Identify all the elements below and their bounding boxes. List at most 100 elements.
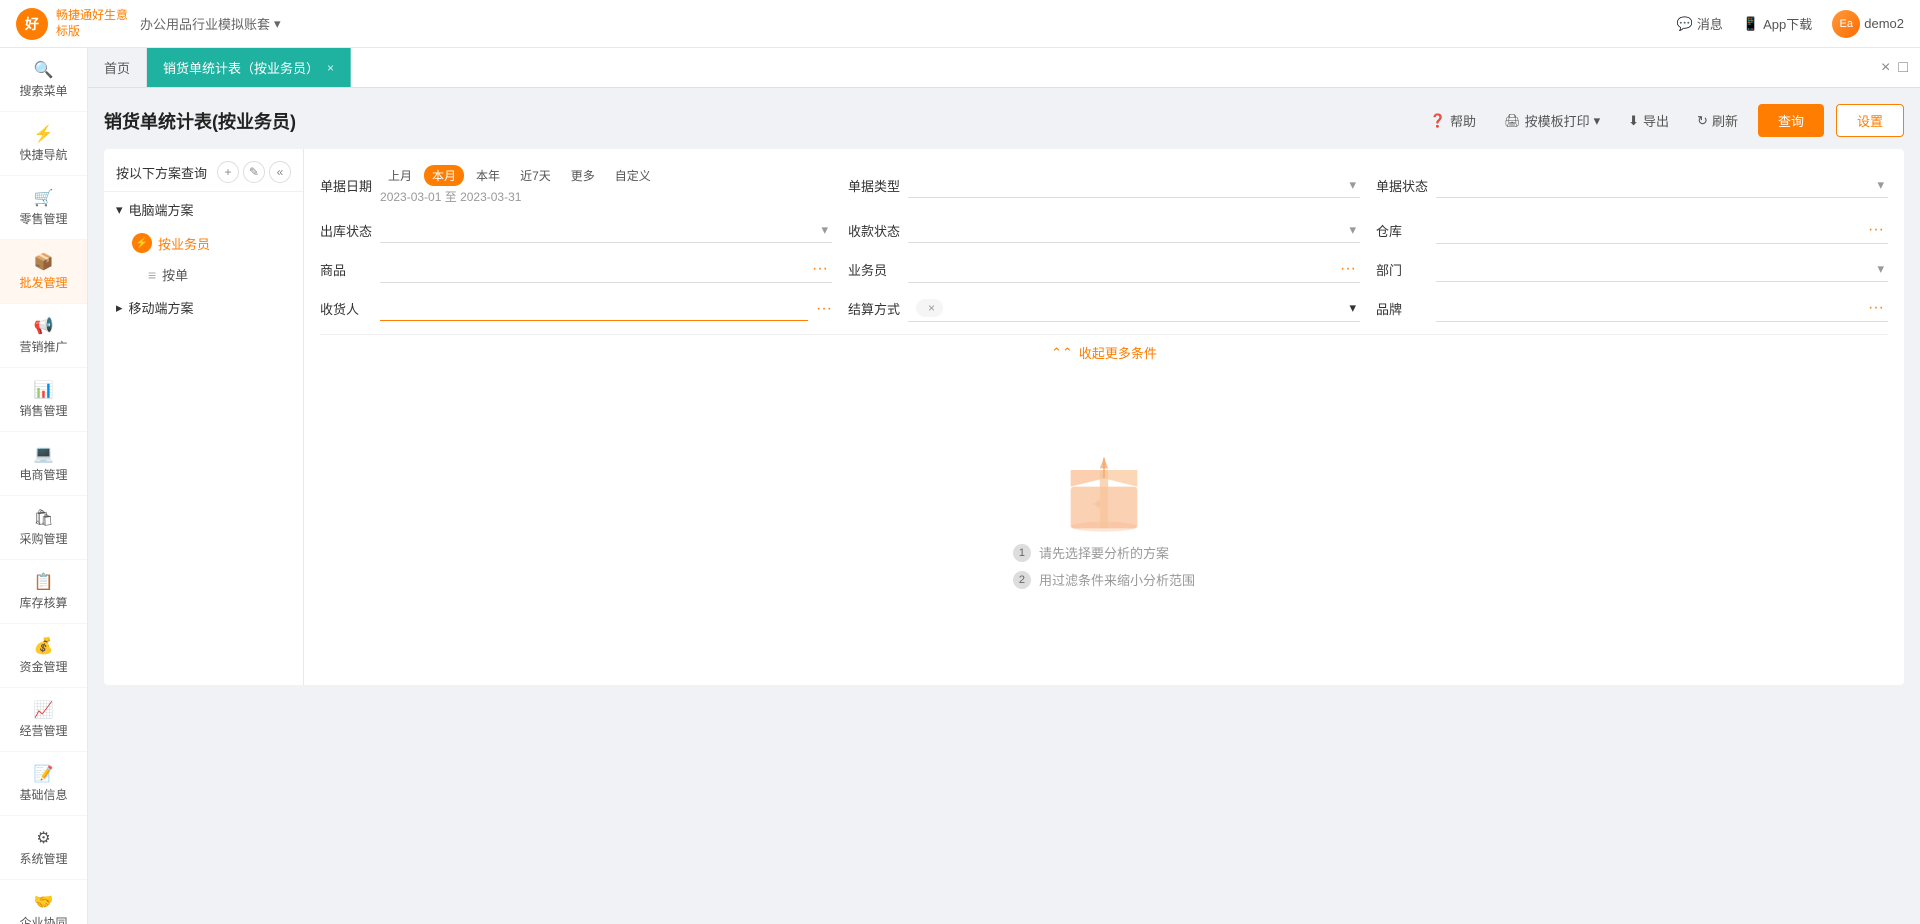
sidebar-item-inventory[interactable]: 📋 库存核算 xyxy=(0,560,87,624)
marketing-icon: 📢 xyxy=(8,316,79,336)
tab-active[interactable]: 销货单统计表（按业务员） × xyxy=(147,48,351,87)
tab-home[interactable]: 首页 xyxy=(88,48,147,87)
top-bar-left: 好 畅捷通好生意 标版 办公用品行业模拟账套 ▾ xyxy=(16,8,281,40)
tab-close-icon[interactable]: × xyxy=(327,61,334,75)
date-cur-month-btn[interactable]: 本月 xyxy=(424,165,464,186)
empty-tip-2: 2 用过滤条件来缩小分析范围 xyxy=(1013,570,1195,589)
sidebar-item-search[interactable]: 🔍 搜索菜单 xyxy=(0,48,87,112)
dept-select[interactable]: ▾ xyxy=(1436,257,1888,282)
logo-text: 畅捷通好生意 标版 xyxy=(56,8,128,39)
sidebar-item-system[interactable]: ⚙ 系统管理 xyxy=(0,816,87,880)
user-menu-button[interactable]: Ea demo2 xyxy=(1832,10,1904,38)
scheme-mobile-section[interactable]: ▸ 移动端方案 xyxy=(104,290,303,325)
receiptstatus-select[interactable]: ▾ xyxy=(908,218,1360,243)
goods-select[interactable]: ··· xyxy=(380,256,832,283)
sidebar-item-sales[interactable]: 📊 销售管理 xyxy=(0,368,87,432)
dept-label: 部门 xyxy=(1376,260,1428,279)
add-scheme-button[interactable]: + xyxy=(217,161,239,183)
sidebar-item-ecommerce[interactable]: 💻 电商管理 xyxy=(0,432,87,496)
scheme-sub-item-order[interactable]: ≡ 按单 xyxy=(104,259,303,290)
empty-state: ✦ 1 请先选择要分析的方案 xyxy=(320,370,1888,669)
settings-button[interactable]: 设置 xyxy=(1836,104,1904,137)
filter-warehouse-row: 仓库 ··· xyxy=(1376,217,1888,244)
refresh-icon: ↻ xyxy=(1697,113,1708,129)
receiver-label: 收货人 xyxy=(320,299,372,318)
date-quick-btns: 上月 本月 本年 近7天 更多 自定义 xyxy=(380,165,832,186)
pc-category-label: 电脑端方案 xyxy=(129,200,194,219)
salesperson-label: 业务员 xyxy=(848,260,900,279)
doctype-chevron-icon: ▾ xyxy=(1349,177,1356,193)
tip1-num: 1 xyxy=(1013,544,1031,562)
retail-icon: 🛒 xyxy=(8,188,79,208)
date-custom-btn[interactable]: 自定义 xyxy=(607,165,659,186)
filter-grid-row2: 出库状态 ▾ 收款状态 ▾ xyxy=(320,217,1888,244)
top-bar: 好 畅捷通好生意 标版 办公用品行业模拟账套 ▾ 💬 消息 📱 App下载 Ea… xyxy=(0,0,1920,48)
brand-select[interactable]: ··· xyxy=(1436,295,1888,322)
filter-data-panel: 单据日期 上月 本月 本年 近7天 更多 自定义 20 xyxy=(304,149,1904,685)
breadcrumb-chevron-icon: ▾ xyxy=(274,16,281,32)
warehouse-select[interactable]: ··· xyxy=(1436,217,1888,244)
sidebar-item-marketing[interactable]: 📢 营销推广 xyxy=(0,304,87,368)
app-icon: 📱 xyxy=(1743,16,1759,32)
date-more-btn[interactable]: 更多 xyxy=(563,165,603,186)
docstatus-chevron-icon: ▾ xyxy=(1877,177,1884,193)
print-button[interactable]: 🖨 按模板打印 ▾ xyxy=(1496,107,1608,134)
receiver-input[interactable] xyxy=(380,297,808,321)
app-download-button[interactable]: 📱 App下载 xyxy=(1743,14,1812,33)
page-title: 销货单统计表(按业务员) xyxy=(104,108,296,134)
filter-salesperson-row: 业务员 ··· xyxy=(848,256,1360,283)
edit-scheme-button[interactable]: ✎ xyxy=(243,161,265,183)
salesperson-select[interactable]: ··· xyxy=(908,256,1360,283)
sidebar-item-base-info[interactable]: 📝 基础信息 xyxy=(0,752,87,816)
docstatus-select[interactable]: ▾ xyxy=(1436,173,1888,198)
outstatus-chevron-icon: ▾ xyxy=(821,222,828,238)
doctype-select[interactable]: ▾ xyxy=(908,173,1360,198)
message-button[interactable]: 💬 消息 xyxy=(1677,14,1723,33)
print-icon: 🖨 xyxy=(1504,113,1521,129)
tab-minimize-icon[interactable]: × xyxy=(1881,59,1890,77)
sidebar-item-quick-nav[interactable]: ⚡ 快捷导航 xyxy=(0,112,87,176)
breadcrumb-text: 办公用品行业模拟账套 xyxy=(140,14,270,33)
content-area: 首页 销货单统计表（按业务员） × × □ 销货单统计表(按业务员) ❓ 帮助 xyxy=(88,48,1920,924)
date-cur-year-btn[interactable]: 本年 xyxy=(468,165,508,186)
filter-docstatus-row: 单据状态 ▾ xyxy=(1376,165,1888,205)
sidebar-item-purchase[interactable]: 🛍 采购管理 xyxy=(0,496,87,560)
settlement-select[interactable]: × ▾ xyxy=(908,295,1360,322)
sidebar-item-wholesale[interactable]: 📦 批发管理 xyxy=(0,240,87,304)
sidebar-item-corp-collab[interactable]: 🤝 企业协同 xyxy=(0,880,87,924)
date-prev-month-btn[interactable]: 上月 xyxy=(380,165,420,186)
refresh-button[interactable]: ↻ 刷新 xyxy=(1689,107,1746,134)
page-content: 销货单统计表(按业务员) ❓ 帮助 🖨 按模板打印 ▾ ⬇ 导出 xyxy=(88,88,1920,924)
sidebar-item-operations[interactable]: 📈 经营管理 xyxy=(0,688,87,752)
doctype-label: 单据类型 xyxy=(848,176,900,195)
collapse-bar[interactable]: ⌃⌃ 收起更多条件 xyxy=(320,334,1888,370)
query-button[interactable]: 查询 xyxy=(1758,104,1824,137)
sidebar-item-retail[interactable]: 🛒 零售管理 xyxy=(0,176,87,240)
export-button[interactable]: ⬇ 导出 xyxy=(1620,107,1677,134)
filter-brand-row: 品牌 ··· xyxy=(1376,295,1888,322)
scheme-category-pc[interactable]: ▾ 电脑端方案 xyxy=(104,192,303,227)
filter-receiver-row: 收货人 ··· xyxy=(320,295,832,322)
settlement-chevron-icon: ▾ xyxy=(1349,300,1356,316)
system-icon: ⚙ xyxy=(8,828,79,848)
finance-icon: 💰 xyxy=(8,636,79,656)
date-7days-btn[interactable]: 近7天 xyxy=(512,165,559,186)
outstatus-select[interactable]: ▾ xyxy=(380,218,832,243)
settlement-clear-icon[interactable]: × xyxy=(928,301,935,315)
base-info-icon: 📝 xyxy=(8,764,79,784)
settlement-label: 结算方式 xyxy=(848,299,900,318)
ecommerce-icon: 💻 xyxy=(8,444,79,464)
logo-area: 好 畅捷通好生意 标版 xyxy=(16,8,128,40)
collapse-scheme-button[interactable]: « xyxy=(269,161,291,183)
corp-collab-icon: 🤝 xyxy=(8,892,79,912)
tab-maximize-icon[interactable]: □ xyxy=(1898,59,1908,77)
breadcrumb[interactable]: 办公用品行业模拟账套 ▾ xyxy=(140,14,281,33)
sidebar-item-finance[interactable]: 💰 资金管理 xyxy=(0,624,87,688)
order-scheme-icon: ≡ xyxy=(148,267,156,283)
tab-bar: 首页 销货单统计表（按业务员） × × □ xyxy=(88,48,1920,88)
scheme-panel-actions: + ✎ « xyxy=(217,161,291,183)
sidebar: 🔍 搜索菜单 ⚡ 快捷导航 🛒 零售管理 📦 批发管理 📢 营销推广 📊 销售管… xyxy=(0,48,88,924)
help-button[interactable]: ❓ 帮助 xyxy=(1422,107,1484,134)
scheme-item-salesperson[interactable]: ⚡ 按业务员 xyxy=(104,227,303,259)
quick-nav-icon: ⚡ xyxy=(8,124,79,144)
